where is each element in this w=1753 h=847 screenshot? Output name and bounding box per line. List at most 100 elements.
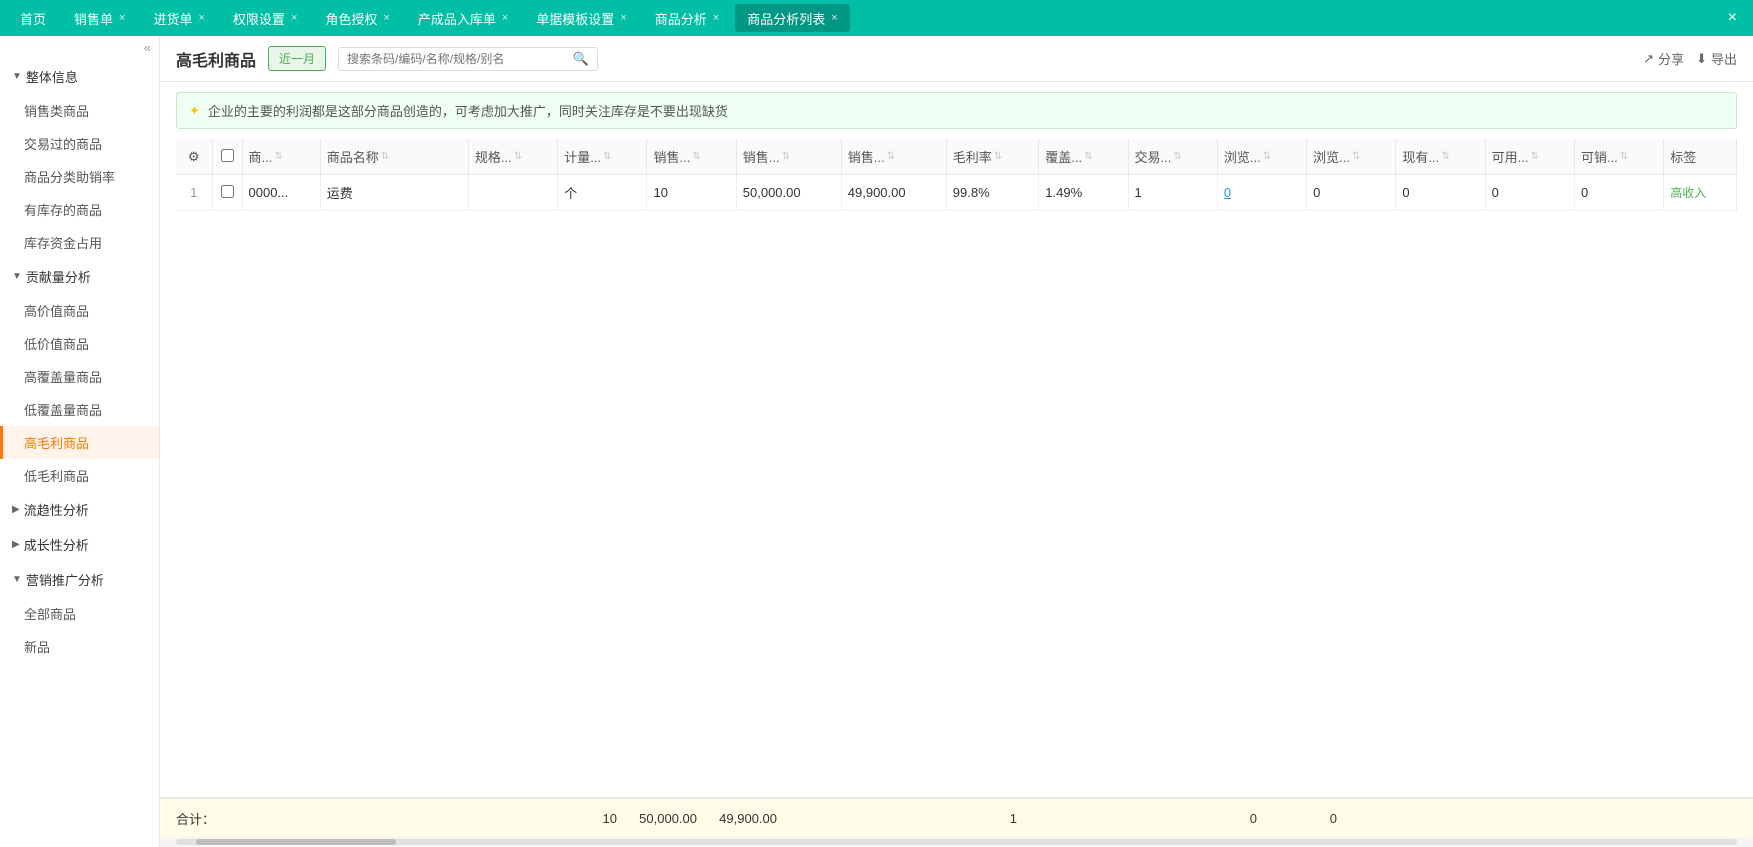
- row-avail: 0: [1485, 175, 1574, 211]
- sidebar-group-growth[interactable]: ▶ 成长性分析: [0, 527, 159, 562]
- sort-icon-10: ⇅: [1173, 151, 1181, 162]
- th-code[interactable]: 商...⇅: [242, 139, 320, 175]
- th-sale-profit[interactable]: 销售...⇅: [841, 139, 946, 175]
- th-name[interactable]: 商品名称⇅: [320, 139, 468, 175]
- sort-icon-14: ⇅: [1531, 151, 1539, 162]
- sidebar-item-low-value[interactable]: 低价值商品: [0, 327, 159, 360]
- footer-stock: 0: [1183, 811, 1263, 826]
- sidebar-group-contribution[interactable]: ▼ 贡献量分析: [0, 259, 159, 294]
- horizontal-scrollbar[interactable]: [160, 837, 1753, 847]
- export-button[interactable]: ⬇ 导出: [1696, 49, 1737, 68]
- content-area: 高毛利商品 近一月 🔍 ↗ 分享 ⬇ 导出 ✦ 企业的主要的利润都是这部分商品创…: [160, 36, 1753, 847]
- th-settings[interactable]: ⚙: [176, 139, 212, 175]
- row-trade: 1: [1128, 175, 1217, 211]
- sidebar: « ▼ 整体信息 销售类商品 交易过的商品 商品分类助销率 有库存的商品 库存资…: [0, 36, 160, 847]
- share-icon: ↗: [1643, 51, 1654, 67]
- tab-inbound[interactable]: 产成品入库单 ×: [406, 4, 520, 32]
- row-coverage: 1.49%: [1039, 175, 1128, 211]
- th-tag[interactable]: 标签: [1664, 139, 1737, 175]
- table-container[interactable]: ⚙ 商...⇅ 商品名称⇅ 规格...⇅: [160, 139, 1753, 797]
- row-view2: 0: [1307, 175, 1396, 211]
- close-tab-permission[interactable]: ×: [291, 12, 297, 24]
- tab-sales[interactable]: 销售单 ×: [62, 4, 137, 32]
- row-margin: 99.8%: [946, 175, 1039, 211]
- th-trade[interactable]: 交易...⇅: [1128, 139, 1217, 175]
- sidebar-item-sales-goods[interactable]: 销售类商品: [0, 94, 159, 127]
- share-button[interactable]: ↗ 分享: [1643, 49, 1684, 68]
- tab-permission[interactable]: 权限设置 ×: [221, 4, 309, 32]
- close-tab-inbound[interactable]: ×: [502, 12, 508, 24]
- filter-recent-month-button[interactable]: 近一月: [268, 46, 326, 71]
- row-view1[interactable]: 0: [1217, 175, 1306, 211]
- th-check[interactable]: [212, 139, 242, 175]
- sidebar-collapse-button[interactable]: «: [0, 36, 159, 59]
- sidebar-item-high-value[interactable]: 高价值商品: [0, 294, 159, 327]
- tab-analysis[interactable]: 商品分析 ×: [643, 4, 731, 32]
- sidebar-item-high-coverage[interactable]: 高覆盖量商品: [0, 360, 159, 393]
- sidebar-item-in-stock[interactable]: 有库存的商品: [0, 193, 159, 226]
- top-navigation: 首页 销售单 × 进货单 × 权限设置 × 角色授权 × 产成品入库单 × 单据…: [0, 0, 1753, 36]
- row-sale-qty: 10: [647, 175, 736, 211]
- close-tab-analysis-list[interactable]: ×: [831, 12, 837, 24]
- close-tab-analysis[interactable]: ×: [713, 12, 719, 24]
- tab-purchase[interactable]: 进货单 ×: [141, 4, 216, 32]
- th-stock[interactable]: 现有...⇅: [1396, 139, 1485, 175]
- th-avail[interactable]: 可用...⇅: [1485, 139, 1574, 175]
- search-input[interactable]: [347, 52, 567, 66]
- sort-icon-3: ⇅: [514, 151, 522, 162]
- sidebar-group-trend[interactable]: ▶ 流趋性分析: [0, 492, 159, 527]
- scrollbar-track: [176, 839, 1737, 845]
- table-header-row: ⚙ 商...⇅ 商品名称⇅ 规格...⇅: [176, 139, 1737, 175]
- th-coverage[interactable]: 覆盖...⇅: [1039, 139, 1128, 175]
- tab-home[interactable]: 首页: [8, 4, 58, 32]
- sidebar-item-low-coverage[interactable]: 低覆盖量商品: [0, 393, 159, 426]
- sort-icon: ⇅: [274, 151, 282, 162]
- sidebar-group-marketing[interactable]: ▼ 营销推广分析: [0, 562, 159, 597]
- settings-icon[interactable]: ⚙: [188, 149, 200, 164]
- row-checkbox[interactable]: [221, 185, 234, 198]
- footer-label: 合计：: [176, 809, 215, 828]
- row-check[interactable]: [212, 175, 242, 211]
- close-tab-template[interactable]: ×: [620, 12, 626, 24]
- scrollbar-thumb[interactable]: [196, 839, 396, 845]
- close-tab-purchase[interactable]: ×: [198, 12, 204, 24]
- row-spec: [468, 175, 557, 211]
- sidebar-item-traded-goods[interactable]: 交易过的商品: [0, 127, 159, 160]
- sort-icon-2: ⇅: [381, 151, 389, 162]
- content-header: 高毛利商品 近一月 🔍 ↗ 分享 ⬇ 导出: [160, 36, 1753, 82]
- th-spec[interactable]: 规格...⇅: [468, 139, 557, 175]
- window-close-button[interactable]: ×: [1720, 9, 1745, 27]
- row-saleable: 0: [1574, 175, 1663, 211]
- search-box: 🔍: [338, 47, 598, 71]
- close-tab-sales[interactable]: ×: [119, 12, 125, 24]
- page-title: 高毛利商品: [176, 47, 256, 71]
- sidebar-item-new-goods[interactable]: 新品: [0, 630, 159, 663]
- search-icon[interactable]: 🔍: [573, 51, 589, 67]
- sidebar-group-overall[interactable]: ▼ 整体信息: [0, 59, 159, 94]
- th-unit[interactable]: 计量...⇅: [558, 139, 647, 175]
- th-saleable[interactable]: 可销...⇅: [1574, 139, 1663, 175]
- row-name: 运费: [320, 175, 468, 211]
- sidebar-item-high-margin[interactable]: 高毛利商品: [0, 426, 159, 459]
- goods-table: ⚙ 商...⇅ 商品名称⇅ 规格...⇅: [176, 139, 1737, 211]
- th-margin[interactable]: 毛利率⇅: [946, 139, 1039, 175]
- close-tab-role[interactable]: ×: [383, 12, 389, 24]
- header-actions: ↗ 分享 ⬇ 导出: [1643, 49, 1737, 68]
- arrow-right-icon-2: ▶: [12, 539, 20, 550]
- sort-icon-15: ⇅: [1620, 151, 1628, 162]
- info-icon: ✦: [189, 103, 200, 119]
- th-sale-amt[interactable]: 销售...⇅: [736, 139, 841, 175]
- row-stock: 0: [1396, 175, 1485, 211]
- sidebar-item-category-rate[interactable]: 商品分类助销率: [0, 160, 159, 193]
- sidebar-item-all-goods[interactable]: 全部商品: [0, 597, 159, 630]
- sort-icon-4: ⇅: [603, 151, 611, 162]
- th-view1[interactable]: 浏览...⇅: [1217, 139, 1306, 175]
- tab-template[interactable]: 单据模板设置 ×: [524, 4, 638, 32]
- sidebar-item-low-margin[interactable]: 低毛利商品: [0, 459, 159, 492]
- th-sale-qty[interactable]: 销售...⇅: [647, 139, 736, 175]
- tab-analysis-list[interactable]: 商品分析列表 ×: [735, 4, 849, 32]
- select-all-checkbox[interactable]: [221, 149, 234, 162]
- th-view2[interactable]: 浏览...⇅: [1307, 139, 1396, 175]
- sidebar-item-stock-capital[interactable]: 库存资金占用: [0, 226, 159, 259]
- tab-role[interactable]: 角色授权 ×: [313, 4, 401, 32]
